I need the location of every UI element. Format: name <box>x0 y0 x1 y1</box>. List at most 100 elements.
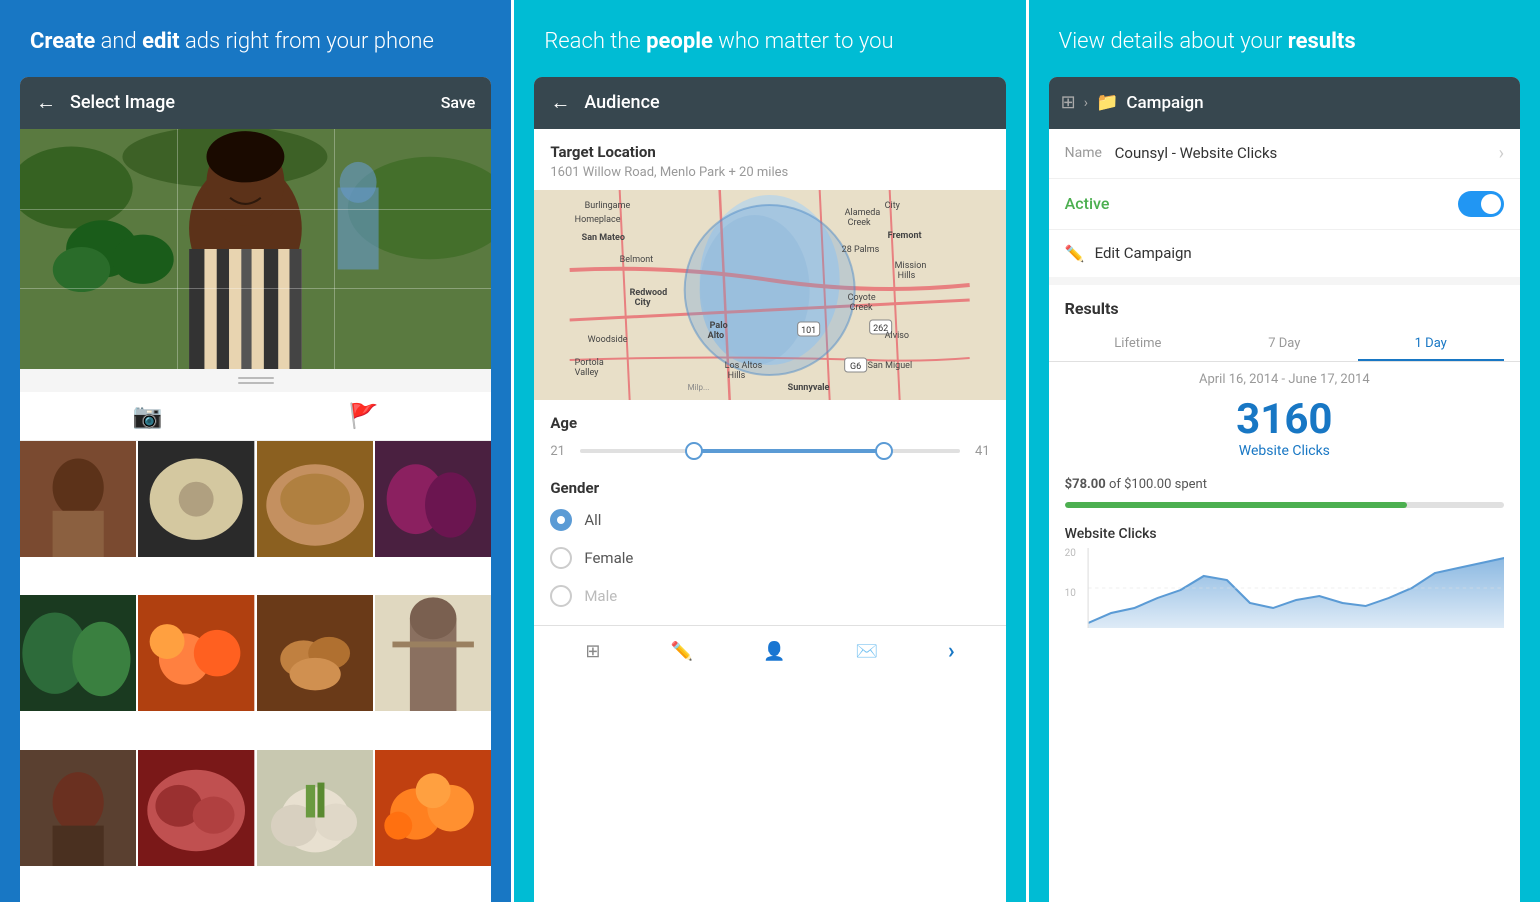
age-min-label: 21 <box>550 444 570 459</box>
budget-bar-wrap <box>1065 502 1504 508</box>
grid-icon[interactable]: ⊞ <box>1061 92 1076 113</box>
svg-text:San Mateo: San Mateo <box>582 233 625 243</box>
breadcrumb-chevron: › <box>1084 95 1088 111</box>
name-row[interactable]: Name Counsyl - Website Clicks › <box>1049 129 1520 179</box>
audience-content: Target Location 1601 Willow Road, Menlo … <box>534 129 1005 902</box>
svg-text:Los Altos: Los Altos <box>725 361 763 371</box>
map-area[interactable]: 101 G6 262 Burlingame Homeplace San Mate… <box>534 190 1005 400</box>
nav-next-button[interactable]: › <box>948 639 955 664</box>
drag-line-2 <box>238 382 274 384</box>
headline-connector: and <box>95 29 142 54</box>
photo-thumb-potatoes[interactable] <box>257 595 373 711</box>
back-button[interactable]: ← <box>36 90 56 115</box>
preview-photo-svg <box>20 129 491 369</box>
image-preview <box>20 129 491 369</box>
svg-text:28 Palms: 28 Palms <box>842 245 880 255</box>
active-toggle[interactable] <box>1458 191 1504 217</box>
age-slider-fill <box>694 449 884 453</box>
photo-thumb-portrait2[interactable] <box>20 750 136 866</box>
photo-thumb-greens[interactable] <box>20 595 136 711</box>
chart-y-10: 10 <box>1065 588 1076 599</box>
svg-text:101: 101 <box>801 326 816 336</box>
phone-mockup-2: ← Audience Target Location 1601 Willow R… <box>534 77 1005 902</box>
gender-male-radio[interactable] <box>550 585 572 607</box>
tab-lifetime[interactable]: Lifetime <box>1065 328 1211 361</box>
svg-text:Alto: Alto <box>708 331 724 341</box>
svg-text:Woodside: Woodside <box>588 335 628 345</box>
thumb-svg-6 <box>138 595 254 711</box>
result-tabs: Lifetime 7 Day 1 Day <box>1049 328 1520 362</box>
svg-text:Milp...: Milp... <box>688 383 710 392</box>
chart-y-20: 20 <box>1065 548 1076 559</box>
nav-icon-edit[interactable]: ✏️ <box>671 641 693 662</box>
save-button[interactable]: Save <box>441 93 476 112</box>
svg-text:Alameda: Alameda <box>845 208 881 218</box>
drag-handle[interactable] <box>20 369 491 392</box>
svg-text:Sunnyvale: Sunnyvale <box>788 383 830 393</box>
gender-section: Gender All Female Male <box>534 469 1005 625</box>
nav-icon-grid[interactable]: ⊞ <box>585 641 600 662</box>
age-slider-thumb-right[interactable] <box>875 442 893 460</box>
camera-icon[interactable]: 📷 <box>133 402 163 430</box>
big-number-label: Website Clicks <box>1049 443 1520 459</box>
gender-male-option[interactable]: Male <box>550 577 989 615</box>
svg-text:Mission: Mission <box>895 261 927 271</box>
svg-text:Belmont: Belmont <box>620 255 654 265</box>
active-label: Active <box>1065 194 1458 213</box>
gender-female-radio[interactable] <box>550 547 572 569</box>
photo-thumb-market[interactable] <box>375 595 491 711</box>
gender-female-label: Female <box>584 549 633 567</box>
photo-thumb-beets[interactable] <box>375 441 491 557</box>
photo-thumb-onions[interactable] <box>257 750 373 866</box>
chart-section: Website Clicks 20 10 <box>1049 516 1520 628</box>
gender-all-radio[interactable] <box>550 509 572 531</box>
age-slider-track[interactable] <box>580 449 959 453</box>
back-button-2[interactable]: ← <box>550 90 570 115</box>
folder-icon: 📁 <box>1096 92 1118 113</box>
age-slider-thumb-left[interactable] <box>685 442 703 460</box>
tab-7day[interactable]: 7 Day <box>1211 328 1357 361</box>
map-svg: 101 G6 262 Burlingame Homeplace San Mate… <box>534 190 1005 400</box>
age-max-label: 41 <box>970 444 990 459</box>
edit-campaign-row[interactable]: ✏️ Edit Campaign <box>1049 230 1520 277</box>
panel-2-headline: Reach the people who matter to you <box>514 0 1025 77</box>
svg-text:Portola: Portola <box>575 358 604 368</box>
gender-all-label: All <box>584 511 601 529</box>
app-bar-2-left: ← Audience <box>550 90 659 115</box>
svg-text:Palo: Palo <box>710 321 728 331</box>
panel-3: View details about your results ⊞ › 📁 Ca… <box>1029 0 1540 902</box>
drag-lines <box>238 377 274 384</box>
nav-icon-person[interactable]: 👤 <box>763 641 785 662</box>
photo-thumb-chicken[interactable] <box>257 441 373 557</box>
phone-mockup-3: ⊞ › 📁 Campaign Name Counsyl - Website Cl… <box>1049 77 1520 902</box>
photo-thumb-grain[interactable] <box>138 441 254 557</box>
gender-label: Gender <box>550 479 989 501</box>
headline-bold-edit: edit <box>142 29 180 54</box>
photo-thumb-meat2[interactable] <box>138 750 254 866</box>
results-header: Results <box>1049 285 1520 328</box>
gender-female-option[interactable]: Female <box>550 539 989 577</box>
photo-grid <box>20 441 491 902</box>
thumb-svg-2 <box>138 441 254 557</box>
gender-all-option[interactable]: All <box>550 501 989 539</box>
panel-1-headline: Create and edit ads right from your phon… <box>0 0 511 77</box>
svg-text:Alviso: Alviso <box>885 331 909 341</box>
panel-1: Create and edit ads right from your phon… <box>0 0 511 902</box>
svg-text:Fremont: Fremont <box>888 231 922 241</box>
app-bar-1: ← Select Image Save <box>20 77 491 129</box>
headline-pre-3: View details about your <box>1059 29 1288 54</box>
date-range: April 16, 2014 - June 17, 2014 <box>1049 362 1520 397</box>
headline-bold-2: people <box>646 29 713 54</box>
campaign-name-card: Name Counsyl - Website Clicks › Active ✏… <box>1049 129 1520 277</box>
phone-mockup-1: ← Select Image Save <box>20 77 491 902</box>
photo-thumb-citrus[interactable] <box>138 595 254 711</box>
nav-icon-mail[interactable]: ✉️ <box>855 641 877 662</box>
flag-icon[interactable]: 🚩 <box>349 402 379 430</box>
headline-bold-create: Create <box>30 29 95 54</box>
thumb-svg-7 <box>257 595 373 711</box>
photo-thumb-oranges[interactable] <box>375 750 491 866</box>
chart-area: 20 10 <box>1065 548 1504 628</box>
name-value: Counsyl - Website Clicks <box>1115 144 1499 162</box>
photo-thumb-portrait[interactable] <box>20 441 136 557</box>
tab-1day[interactable]: 1 Day <box>1358 328 1504 361</box>
